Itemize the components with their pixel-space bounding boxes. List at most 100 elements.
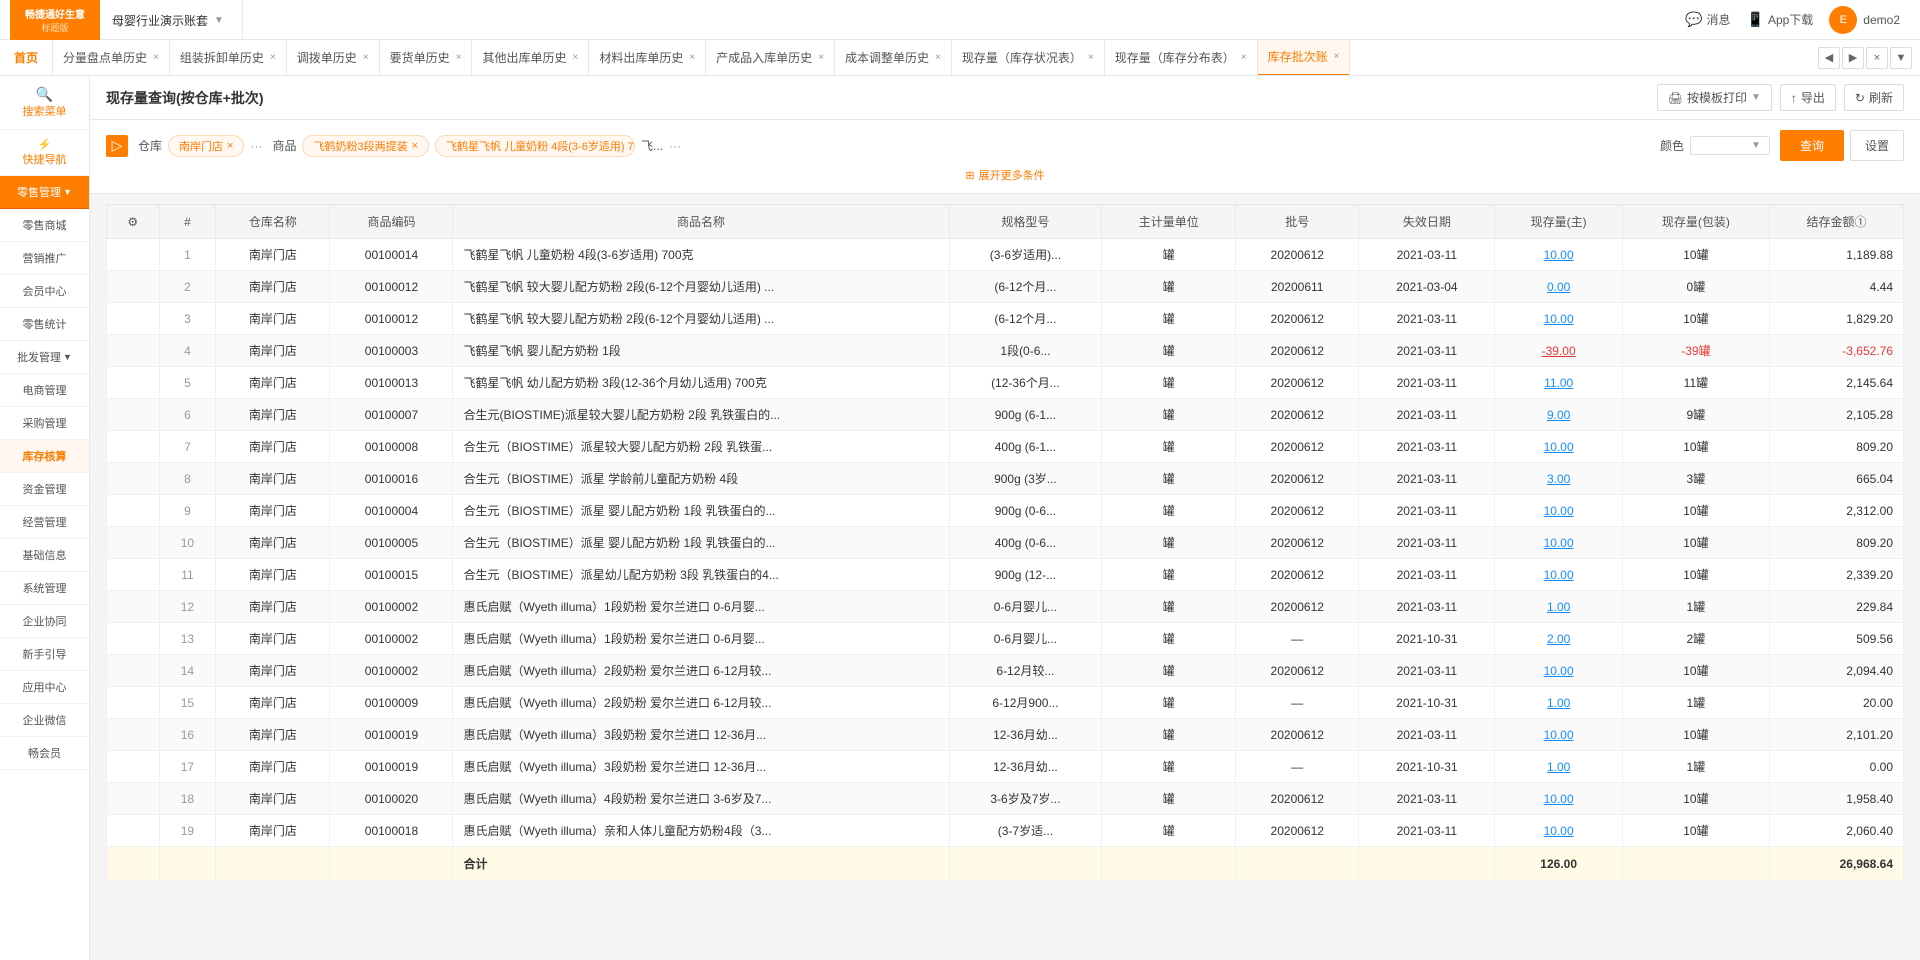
cell-stock-main[interactable]: 10.00	[1495, 431, 1622, 463]
tag-close-product1[interactable]: ×	[412, 140, 418, 152]
close-icon-zuzhuang[interactable]: ×	[270, 52, 276, 63]
sidebar-item-guide[interactable]: 新手引导	[0, 638, 89, 671]
color-select[interactable]: ▼	[1690, 136, 1770, 155]
cell-settings[interactable]	[107, 719, 160, 751]
cell-settings[interactable]	[107, 623, 160, 655]
cell-settings[interactable]	[107, 783, 160, 815]
tab-yaohuo[interactable]: 要货单历史 ×	[380, 40, 473, 76]
cell-settings[interactable]	[107, 815, 160, 847]
tab-close-btn[interactable]: ×	[1866, 47, 1888, 69]
sidebar-item-finance[interactable]: 资金管理	[0, 473, 89, 506]
tab-kucun-pici[interactable]: 库存批次账 ×	[1258, 40, 1351, 76]
tab-xiancun-state[interactable]: 现存量（库存状况表）×	[952, 40, 1105, 76]
cell-stock-main[interactable]: 3.00	[1495, 463, 1622, 495]
cell-stock-main[interactable]: 1.00	[1495, 687, 1622, 719]
tab-diaopo[interactable]: 调拨单历史 ×	[287, 40, 380, 76]
message-btn[interactable]: 💬 消息	[1685, 11, 1730, 28]
cell-stock-main[interactable]: 11.00	[1495, 367, 1622, 399]
sidebar-item-inventory[interactable]: 库存核算	[0, 440, 89, 473]
close-icon-diaopo[interactable]: ×	[363, 52, 369, 63]
cell-settings[interactable]	[107, 687, 160, 719]
cell-stock-main[interactable]: 10.00	[1495, 783, 1622, 815]
sidebar-item-app[interactable]: 应用中心	[0, 671, 89, 704]
cell-stock-main[interactable]: 0.00	[1495, 271, 1622, 303]
cell-stock-main[interactable]: 1.00	[1495, 591, 1622, 623]
col-settings-header[interactable]: ⚙	[107, 205, 160, 239]
tab-home[interactable]: 首页	[0, 40, 53, 76]
sidebar-item-vip[interactable]: 畅会员	[0, 737, 89, 770]
tab-next-btn[interactable]: ▶	[1842, 47, 1864, 69]
query-btn[interactable]: 查询	[1780, 130, 1844, 161]
set-btn[interactable]: 设置	[1850, 130, 1904, 161]
close-icon-qita[interactable]: ×	[572, 52, 578, 63]
cell-stock-main[interactable]: 10.00	[1495, 815, 1622, 847]
tab-more-btn[interactable]: ▼	[1890, 47, 1912, 69]
cell-settings[interactable]	[107, 559, 160, 591]
cell-settings[interactable]	[107, 367, 160, 399]
tab-qita[interactable]: 其他出库单历史 ×	[472, 40, 589, 76]
sidebar-item-mall[interactable]: 零售商城	[0, 209, 89, 242]
cell-stock-main[interactable]: 2.00	[1495, 623, 1622, 655]
sidebar-item-basic[interactable]: 基础信息	[0, 539, 89, 572]
close-icon-dist[interactable]: ×	[1241, 52, 1247, 63]
product-tag-feihe3[interactable]: 飞鹤奶粉3段两提装 ×	[302, 135, 429, 157]
tab-chengben[interactable]: 成本调整单历史 ×	[835, 40, 952, 76]
user-avatar[interactable]: E demo2	[1829, 6, 1910, 34]
cell-settings[interactable]	[107, 527, 160, 559]
cell-stock-main[interactable]: 10.00	[1495, 239, 1622, 271]
cell-settings[interactable]	[107, 303, 160, 335]
cell-stock-main[interactable]: 10.00	[1495, 495, 1622, 527]
cell-settings[interactable]	[107, 239, 160, 271]
tab-prev-btn[interactable]: ◀	[1818, 47, 1840, 69]
cell-settings[interactable]	[107, 431, 160, 463]
sidebar-quick-nav[interactable]: ⚡ 快捷导航	[0, 130, 89, 176]
cell-stock-main[interactable]: 10.00	[1495, 559, 1622, 591]
sidebar-item-wholesale[interactable]: 批发管理 ▼	[0, 341, 89, 374]
close-icon-fenpan[interactable]: ×	[153, 52, 159, 63]
cell-stock-main[interactable]: 9.00	[1495, 399, 1622, 431]
tab-chanpinru[interactable]: 产成品入库单历史 ×	[706, 40, 835, 76]
cell-settings[interactable]	[107, 463, 160, 495]
close-icon-chengben[interactable]: ×	[935, 52, 941, 63]
sidebar-item-purchase[interactable]: 采购管理	[0, 407, 89, 440]
expand-more-btn[interactable]: ⊞ 展开更多条件	[965, 167, 1044, 183]
refresh-btn[interactable]: ↻ 刷新	[1844, 84, 1904, 111]
app-download-btn[interactable]: 📱 App下载	[1747, 11, 1814, 28]
tag-close-warehouse[interactable]: ×	[227, 140, 233, 152]
close-icon-yaohuo[interactable]: ×	[456, 52, 462, 63]
tab-zuzhuang[interactable]: 组装拆卸单历史 ×	[170, 40, 287, 76]
tab-fenpan[interactable]: 分量盘点单历史 ×	[53, 40, 170, 76]
cell-stock-main[interactable]: 1.00	[1495, 751, 1622, 783]
tab-cailiao[interactable]: 材料出库单历史 ×	[589, 40, 706, 76]
cell-stock-main[interactable]: 10.00	[1495, 655, 1622, 687]
export-btn[interactable]: ↑ 导出	[1780, 84, 1836, 111]
cell-stock-main[interactable]: 10.00	[1495, 527, 1622, 559]
tab-xiancun-dist[interactable]: 现存量（库存分布表）×	[1105, 40, 1258, 76]
cell-stock-main[interactable]: 10.00	[1495, 303, 1622, 335]
cell-settings[interactable]	[107, 751, 160, 783]
sidebar-item-sys[interactable]: 系统管理	[0, 572, 89, 605]
cell-settings[interactable]	[107, 271, 160, 303]
cell-settings[interactable]	[107, 335, 160, 367]
close-icon-state[interactable]: ×	[1088, 52, 1094, 63]
sidebar-item-member[interactable]: 会员中心	[0, 275, 89, 308]
cell-settings[interactable]	[107, 399, 160, 431]
product-tag-feihe4[interactable]: 飞鹤星飞帆 儿童奶粉 4段(3-6岁适用) 700克 ×	[435, 135, 635, 157]
filter-expand-btn[interactable]: ▷	[106, 135, 128, 157]
cell-settings[interactable]	[107, 495, 160, 527]
sidebar-search[interactable]: 🔍 搜索菜单	[0, 76, 89, 130]
sidebar-item-retail-stat[interactable]: 零售统计	[0, 308, 89, 341]
print-btn[interactable]: 🖨 按模板打印 ▼	[1657, 84, 1772, 111]
sidebar-item-biz[interactable]: 经营管理	[0, 506, 89, 539]
warehouse-tag-nanao[interactable]: 南岸门店 ×	[168, 135, 244, 157]
sidebar-item-corp[interactable]: 企业协同	[0, 605, 89, 638]
cell-settings[interactable]	[107, 591, 160, 623]
sidebar-item-marketing[interactable]: 营销推广	[0, 242, 89, 275]
cell-settings[interactable]	[107, 655, 160, 687]
sidebar-item-retail[interactable]: 零售管理 ▼	[0, 176, 89, 209]
close-icon-cailiao[interactable]: ×	[689, 52, 695, 63]
cell-stock-main[interactable]: -39.00	[1495, 335, 1622, 367]
cell-stock-main[interactable]: 10.00	[1495, 719, 1622, 751]
close-icon-pici[interactable]: ×	[1334, 51, 1340, 62]
sidebar-item-wechat[interactable]: 企业微信	[0, 704, 89, 737]
